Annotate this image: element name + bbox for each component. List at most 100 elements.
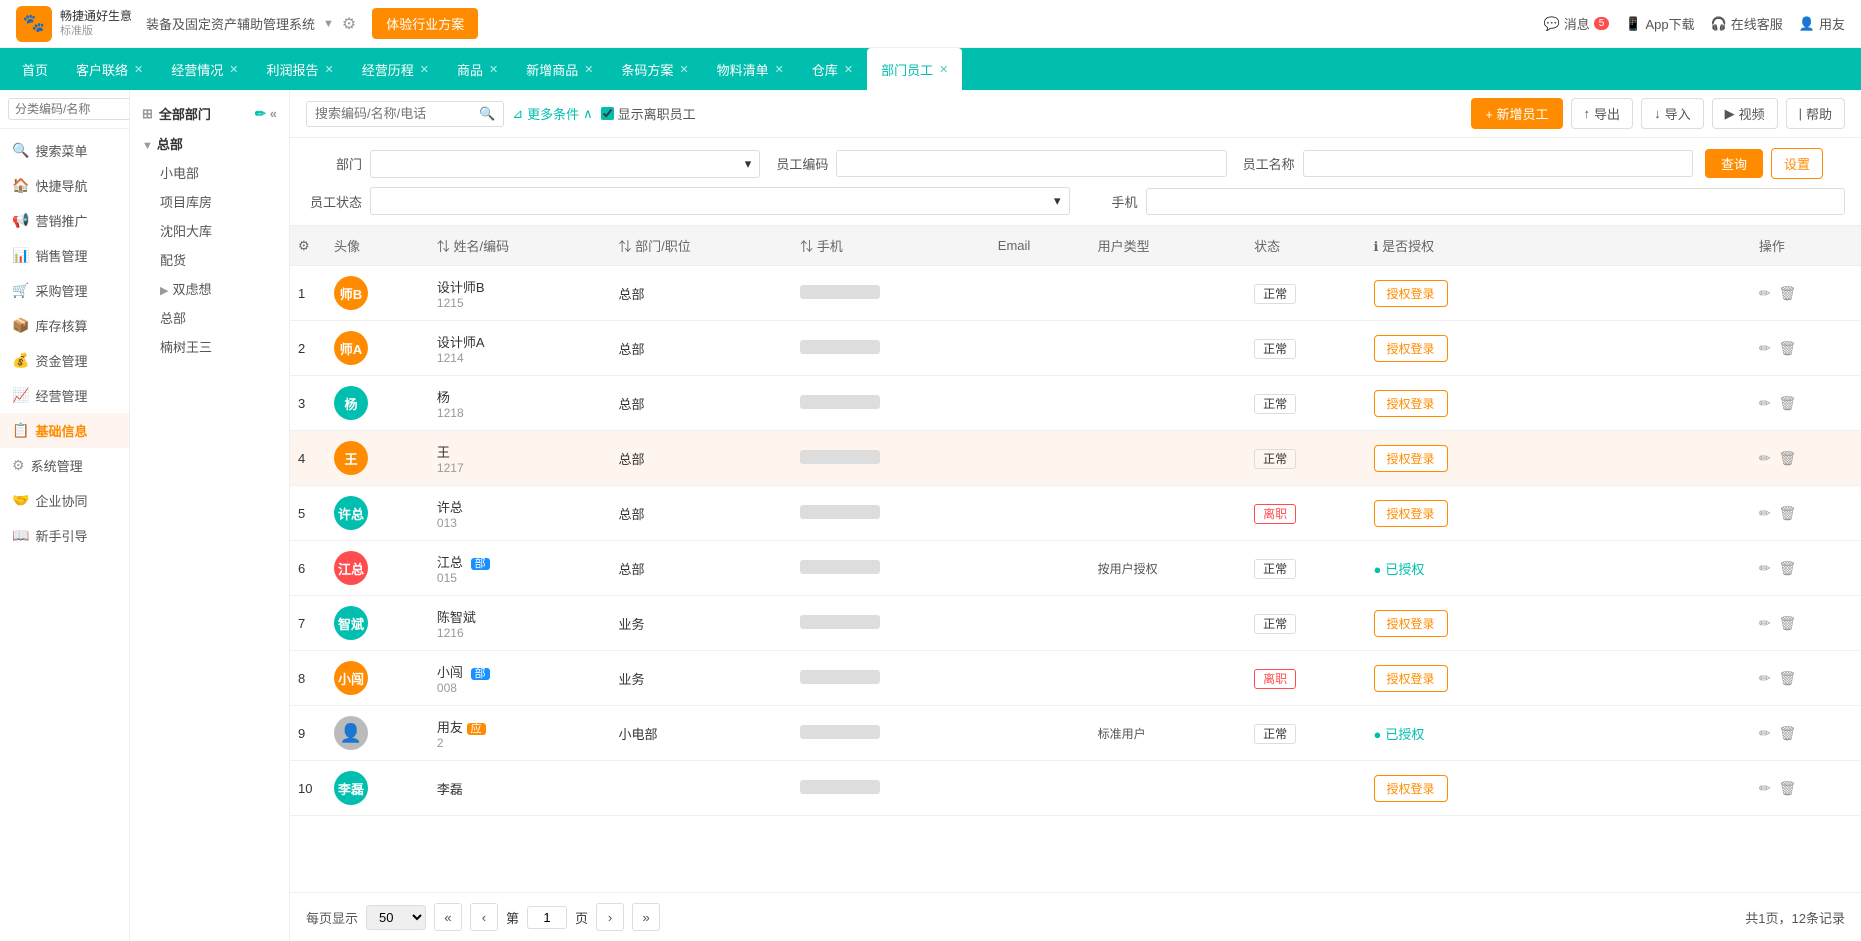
- sidebar-item-collab[interactable]: 🤝企业协同: [0, 483, 129, 518]
- delete-icon[interactable]: 🗑: [1779, 395, 1797, 412]
- sidebar-item-purchase[interactable]: 🛒采购管理: [0, 273, 129, 308]
- sidebar-search-input[interactable]: [8, 98, 130, 120]
- nav-item-goods[interactable]: 商品 ✕: [443, 48, 512, 90]
- close-icon[interactable]: ✕: [679, 63, 688, 76]
- auth-button[interactable]: 授权登录: [1374, 775, 1448, 802]
- edit-icon[interactable]: ✏: [1759, 670, 1771, 687]
- sidebar-item-mgmt[interactable]: 📈经营管理: [0, 378, 129, 413]
- trial-button[interactable]: 体验行业方案: [372, 8, 478, 39]
- nav-item-new-goods[interactable]: 新增商品 ✕: [512, 48, 607, 90]
- dept-item-hq[interactable]: 总部: [130, 303, 289, 332]
- auth-button[interactable]: 授权登录: [1374, 665, 1448, 692]
- nav-item-department[interactable]: 部门员工 ✕: [867, 48, 962, 90]
- col-phone[interactable]: ⇅ 手机: [792, 226, 990, 266]
- sidebar-item-guide[interactable]: 📖新手引导: [0, 518, 129, 553]
- dept-edit-icon[interactable]: ✏: [255, 106, 266, 122]
- dept-item-general[interactable]: ▼总部: [130, 129, 289, 158]
- nav-item-process[interactable]: 经营历程 ✕: [348, 48, 443, 90]
- prev-page-button[interactable]: ‹: [470, 903, 498, 931]
- message-button[interactable]: 💬 消息 5: [1544, 14, 1610, 33]
- delete-icon[interactable]: 🗑: [1779, 780, 1797, 797]
- first-page-button[interactable]: «: [434, 903, 462, 931]
- close-icon[interactable]: ✕: [775, 63, 784, 76]
- dept-select[interactable]: ▾: [370, 150, 760, 178]
- settings-icon[interactable]: ⚙: [342, 14, 356, 34]
- sidebar-item-marketing[interactable]: 📢营销推广: [0, 203, 129, 238]
- edit-icon[interactable]: ✏: [1759, 725, 1771, 742]
- nav-item-profit[interactable]: 利润报告 ✕: [252, 48, 347, 90]
- delete-icon[interactable]: 🗑: [1779, 450, 1797, 467]
- auth-button[interactable]: 授权登录: [1374, 610, 1448, 637]
- page-number-input[interactable]: [527, 906, 567, 929]
- edit-icon[interactable]: ✏: [1759, 450, 1771, 467]
- phone-input[interactable]: [1146, 188, 1846, 215]
- auth-button[interactable]: 授权登录: [1374, 335, 1448, 362]
- sidebar-item-search[interactable]: 🔍搜索菜单: [0, 133, 129, 168]
- emp-name-input[interactable]: [1303, 150, 1693, 177]
- page-size-select[interactable]: 50 100 200: [366, 905, 426, 930]
- import-button[interactable]: ↓ 导入: [1641, 98, 1704, 129]
- close-icon[interactable]: ✕: [584, 63, 593, 76]
- sidebar-item-sales[interactable]: 📊销售管理: [0, 238, 129, 273]
- system-dropdown-arrow[interactable]: ▼: [323, 18, 334, 30]
- user-menu-button[interactable]: 👤 用友: [1799, 14, 1845, 33]
- nav-item-warehouse[interactable]: 仓库 ✕: [798, 48, 867, 90]
- auth-button[interactable]: 授权登录: [1374, 445, 1448, 472]
- nav-item-operation[interactable]: 经营情况 ✕: [157, 48, 252, 90]
- col-name[interactable]: ⇅ 姓名/编码: [429, 226, 611, 266]
- edit-icon[interactable]: ✏: [1759, 615, 1771, 632]
- close-icon-active[interactable]: ✕: [939, 63, 948, 76]
- dept-item-shenyang[interactable]: 沈阳大库: [130, 216, 289, 245]
- sidebar-item-stock[interactable]: 📦库存核算: [0, 308, 129, 343]
- delete-icon[interactable]: 🗑: [1779, 670, 1797, 687]
- sidebar-item-system[interactable]: ⚙系统管理: [0, 448, 129, 483]
- close-icon[interactable]: ✕: [229, 63, 238, 76]
- dept-item-distribution[interactable]: 配货: [130, 245, 289, 274]
- dept-collapse-icon[interactable]: «: [270, 106, 277, 121]
- delete-icon[interactable]: 🗑: [1779, 340, 1797, 357]
- edit-icon[interactable]: ✏: [1759, 395, 1771, 412]
- add-employee-button[interactable]: + 新增员工: [1471, 98, 1562, 129]
- dept-item-nan[interactable]: 楠树王三: [130, 332, 289, 361]
- auth-button[interactable]: 授权登录: [1374, 500, 1448, 527]
- emp-code-input[interactable]: [836, 150, 1226, 177]
- delete-icon[interactable]: 🗑: [1779, 285, 1797, 302]
- sidebar-item-basic[interactable]: 📋基础信息: [0, 413, 129, 448]
- close-icon[interactable]: ✕: [844, 63, 853, 76]
- search-icon[interactable]: 🔍: [479, 106, 495, 122]
- dept-item-small-elec[interactable]: 小电部: [130, 158, 289, 187]
- set-button[interactable]: 设置: [1771, 148, 1823, 179]
- last-page-button[interactable]: »: [632, 903, 660, 931]
- app-download-button[interactable]: 📱 App下载: [1625, 14, 1694, 33]
- export-button[interactable]: ↑ 导出: [1571, 98, 1634, 129]
- delete-icon[interactable]: 🗑: [1779, 725, 1797, 742]
- view-button[interactable]: ▶ 视频: [1712, 98, 1778, 129]
- delete-icon[interactable]: 🗑: [1779, 615, 1797, 632]
- delete-icon[interactable]: 🗑: [1779, 560, 1797, 577]
- search-button[interactable]: 查询: [1705, 149, 1763, 178]
- nav-item-home[interactable]: 首页: [8, 48, 62, 90]
- help-button[interactable]: | 帮助: [1786, 98, 1845, 129]
- close-icon[interactable]: ✕: [489, 63, 498, 76]
- nav-item-bom[interactable]: 物料清单 ✕: [703, 48, 798, 90]
- sidebar-item-finance[interactable]: 💰资金管理: [0, 343, 129, 378]
- dept-item-shuanglv[interactable]: ▶双虑想: [130, 274, 289, 303]
- next-page-button[interactable]: ›: [596, 903, 624, 931]
- close-icon[interactable]: ✕: [325, 63, 334, 76]
- nav-item-barcode[interactable]: 条码方案 ✕: [607, 48, 702, 90]
- col-dept[interactable]: ⇅ 部门/职位: [611, 226, 793, 266]
- edit-icon[interactable]: ✏: [1759, 560, 1771, 577]
- online-service-button[interactable]: 🎧 在线客服: [1711, 14, 1783, 33]
- auth-button[interactable]: 授权登录: [1374, 390, 1448, 417]
- edit-icon[interactable]: ✏: [1759, 780, 1771, 797]
- close-icon[interactable]: ✕: [420, 63, 429, 76]
- more-conditions-button[interactable]: ⊿ 更多条件 ∧: [512, 104, 592, 123]
- edit-icon[interactable]: ✏: [1759, 505, 1771, 522]
- edit-icon[interactable]: ✏: [1759, 285, 1771, 302]
- emp-status-select[interactable]: ▾: [370, 187, 1070, 215]
- close-icon[interactable]: ✕: [134, 63, 143, 76]
- edit-icon[interactable]: ✏: [1759, 340, 1771, 357]
- col-settings[interactable]: ⚙: [290, 226, 326, 266]
- auth-button[interactable]: 授权登录: [1374, 280, 1448, 307]
- nav-item-customer[interactable]: 客户联络 ✕: [62, 48, 157, 90]
